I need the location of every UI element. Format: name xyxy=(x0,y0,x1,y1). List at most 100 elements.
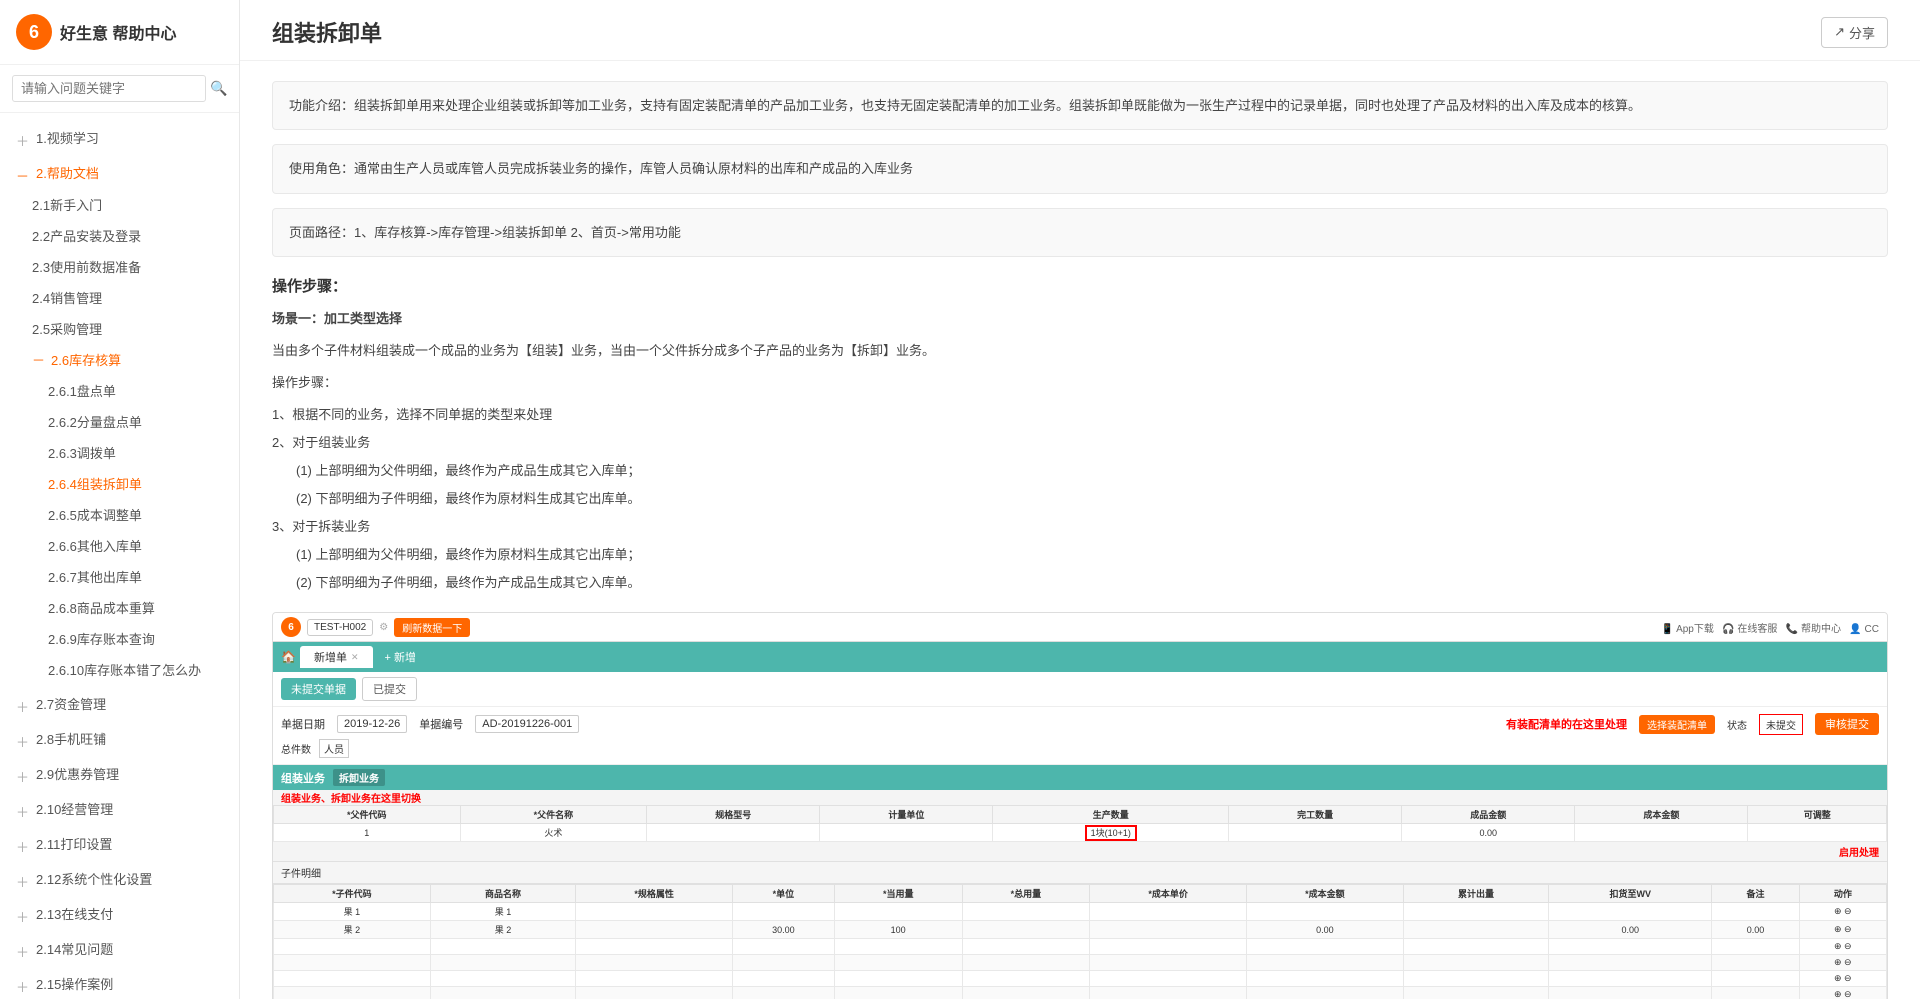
mock-tab-new[interactable]: 新增单 ✕ xyxy=(300,646,373,668)
sidebar-item-inventory-error[interactable]: 2.6.10库存账本错了怎么办 xyxy=(48,654,239,685)
sidebar-item-other-in[interactable]: 2.6.6其他入库单 xyxy=(48,530,239,561)
sidebar-item-print[interactable]: ＋ 2.11打印设置 xyxy=(0,827,239,860)
sidebar-item-inventory[interactable]: － 2.6库存核算 xyxy=(32,344,239,375)
sidebar-item-purchase[interactable]: 2.5采购管理 xyxy=(32,313,239,344)
mock-lower-cell-0-9 xyxy=(1549,903,1712,921)
mock-date-val: 2019-12-26 xyxy=(337,715,407,733)
sidebar-item-finance[interactable]: ＋ 2.7资金管理 xyxy=(0,687,239,720)
mock-upper-cell-0-7 xyxy=(1575,824,1748,842)
mock-lower-cell-1-1: 果 2 xyxy=(430,921,575,939)
mock-upper-thead-row: *父件代码 *父件名称 规格型号 计量单位 生产数量 完工数量 成品金额 成本金… xyxy=(274,806,1887,824)
mock-btn-committed[interactable]: 已提交 xyxy=(362,677,417,701)
mock-form-subrow: 总件数 人员 xyxy=(281,739,1879,758)
main-area: 组装拆卸单 ↗ 分享 功能介绍：组装拆卸单用来处理企业组装或拆卸等加工业务，支持… xyxy=(240,0,1920,999)
mock-field-count-label: 总件数 xyxy=(281,741,311,756)
mock-code-label: 单据编号 xyxy=(419,716,463,732)
sidebar-item-cost-recalc[interactable]: 2.6.8商品成本重算 xyxy=(48,592,239,623)
app-name: 好生意 帮助中心 xyxy=(60,20,176,44)
expand-icon-ops: ＋ xyxy=(16,802,30,816)
sidebar-item-partial-stocktake[interactable]: 2.6.2分量盘点单 xyxy=(48,406,239,437)
sidebar-item-coupon[interactable]: ＋ 2.9优惠券管理 xyxy=(0,757,239,790)
sidebar-item-transfer[interactable]: 2.6.3调拨单 xyxy=(48,437,239,468)
mock-upper-th-2: 规格型号 xyxy=(647,806,820,824)
mock-select-bom-btn[interactable]: 选择装配清单 xyxy=(1639,715,1715,734)
nav-section-coupon: ＋ 2.9优惠券管理 xyxy=(0,757,239,790)
sidebar-item-ops[interactable]: ＋ 2.10经营管理 xyxy=(0,792,239,825)
sidebar-item-label-payment: 2.13在线支付 xyxy=(36,904,113,923)
sidebar-item-label-coupon: 2.9优惠券管理 xyxy=(36,764,119,783)
mock-upper-cell-0-8 xyxy=(1748,824,1887,842)
sidebar-item-label-docs: 2.帮助文档 xyxy=(36,163,99,182)
scene1-title-text: 场景一：加工类型选择 xyxy=(272,311,402,326)
mock-lower-th-8: 累计出量 xyxy=(1403,885,1548,903)
sidebar-item-install[interactable]: 2.2产品安装及登录 xyxy=(32,220,239,251)
sidebar-item-videos[interactable]: ＋ 1.视频学习 xyxy=(0,121,239,154)
step-3-sub2: (2) 下部明细为子件明细，最终作为产成品生成其它入库单。 xyxy=(272,570,1888,596)
screenshot-container: 6 TEST-H002 ⚙ 刷新数据一下 📱 App下载 🎧 在线客服 📞 帮助… xyxy=(272,612,1888,999)
sidebar-item-label-cases: 2.15操作案例 xyxy=(36,974,113,993)
sidebar-item-cost-adjust[interactable]: 2.6.5成本调整单 xyxy=(48,499,239,530)
step-2-num: 2、 xyxy=(272,435,292,450)
mock-upper-cell-0-4: 1块(10+1) xyxy=(993,824,1229,842)
mock-submit-btn[interactable]: 审核提交 xyxy=(1815,713,1879,735)
sidebar-item-cases[interactable]: ＋ 2.15操作案例 xyxy=(0,967,239,999)
mock-tab-add[interactable]: + 新增 xyxy=(377,646,424,668)
sidebar-item-other-out[interactable]: 2.6.7其他出库单 xyxy=(48,561,239,592)
sidebar-item-stocktake[interactable]: 2.6.1盘点单 xyxy=(48,375,239,406)
sidebar-item-sales[interactable]: 2.4销售管理 xyxy=(32,282,239,313)
mock-lower-cell-1-3: 30.00 xyxy=(732,921,834,939)
sidebar-item-mobile[interactable]: ＋ 2.8手机旺铺 xyxy=(0,722,239,755)
search-button[interactable]: 🔍 xyxy=(210,80,227,97)
page-title: 组装拆卸单 xyxy=(272,16,382,48)
mock-lower-th-0: *子件代码 xyxy=(274,885,431,903)
step-3-text: 对于拆装业务 xyxy=(292,519,370,534)
mock-lower-thead-row: *子件代码 商品名称 *规格属性 *单位 *当用量 *总用量 *成本单价 *成本… xyxy=(274,885,1887,903)
scene1-title: 场景一：加工类型选择 xyxy=(272,306,1888,332)
mock-lower-th-3: *单位 xyxy=(732,885,834,903)
mock-lower-cell-1-2 xyxy=(576,921,733,939)
mock-status-val: 未提交 xyxy=(1759,714,1803,735)
search-input[interactable] xyxy=(12,75,206,102)
sidebar-item-payment[interactable]: ＋ 2.13在线支付 xyxy=(0,897,239,930)
mock-lower-th-4: *当用量 xyxy=(834,885,962,903)
sidebar-item-customize[interactable]: ＋ 2.12系统个性化设置 xyxy=(0,862,239,895)
step-3-sub2-text: (2) 下部明细为子件明细，最终作为产成品生成其它入库单。 xyxy=(296,575,641,590)
mock-lower-cell-1-9: 0.00 xyxy=(1549,921,1712,939)
mock-upper-cell-0-3 xyxy=(820,824,993,842)
expand-icon-mobile: ＋ xyxy=(16,732,30,746)
sidebar-item-faq[interactable]: ＋ 2.14常见问题 xyxy=(0,932,239,965)
mock-upper-header: 组装业务 拆卸业务 xyxy=(273,765,1887,790)
sidebar-item-label-finance: 2.7资金管理 xyxy=(36,694,106,713)
step-2-sub2-text: (2) 下部明细为子件明细，最终作为原材料生成其它出库单。 xyxy=(296,491,641,506)
mock-refresh-btn[interactable]: 刷新数据一下 xyxy=(394,618,470,637)
sidebar-item-newbie[interactable]: 2.1新手入门 xyxy=(32,189,239,220)
step-2-sub1: (1) 上部明细为父件明细，最终作为产成品生成其它入库单； xyxy=(272,458,1888,484)
mock-upper-th-3: 计量单位 xyxy=(820,806,993,824)
mock-app: 6 TEST-H002 ⚙ 刷新数据一下 📱 App下载 🎧 在线客服 📞 帮助… xyxy=(273,613,1887,999)
mock-upper-th-5: 完工数量 xyxy=(1229,806,1402,824)
info-text-role: 使用角色：通常由生产人员或库管人员完成拆装业务的操作，库管人员确认原材料的出库和… xyxy=(289,161,913,176)
mock-lower-th-11: 动作 xyxy=(1799,885,1886,903)
info-block-role: 使用角色：通常由生产人员或库管人员完成拆装业务的操作，库管人员确认原材料的出库和… xyxy=(272,144,1888,193)
sidebar-item-inventory-ledger[interactable]: 2.6.9库存账本查询 xyxy=(48,623,239,654)
nav-section-docs: － 2.帮助文档 2.1新手入门 2.2产品安装及登录 2.3使用前数据准备 2… xyxy=(0,156,239,685)
mock-btn-uncommitted[interactable]: 未提交单据 xyxy=(281,678,356,700)
sidebar-item-assembly[interactable]: 2.6.4组装拆卸单 xyxy=(48,468,239,499)
mock-company-dropdown: TEST-H002 xyxy=(307,619,373,636)
main-content: 功能介绍：组装拆卸单用来处理企业组装或拆卸等加工业务，支持有固定装配清单的产品加… xyxy=(240,61,1920,999)
sidebar-nav: ＋ 1.视频学习 － 2.帮助文档 2.1新手入门 2.2产品安装及登录 2.3… xyxy=(0,113,239,999)
mock-lower-label: 子件明细 xyxy=(281,869,321,880)
nav-section-payment: ＋ 2.13在线支付 xyxy=(0,897,239,930)
step-3-sub1: (1) 上部明细为父件明细，最终作为原材料生成其它出库单； xyxy=(272,542,1888,568)
mock-lower-row-1: 果 2 果 2 30.00 100 0.00 0.00 0.00 xyxy=(274,921,1887,939)
sidebar-item-docs[interactable]: － 2.帮助文档 xyxy=(0,156,239,189)
mock-lower-row-2: ⊕ ⊖ xyxy=(274,939,1887,955)
mock-toolbar: 未提交单据 已提交 xyxy=(273,672,1887,707)
sidebar-item-prepare[interactable]: 2.3使用前数据准备 xyxy=(32,251,239,282)
operations-title: 操作步骤： xyxy=(272,275,1888,296)
mock-lower-cell-1-0: 果 2 xyxy=(274,921,431,939)
nav-section-customize: ＋ 2.12系统个性化设置 xyxy=(0,862,239,895)
mock-upper-table: *父件代码 *父件名称 规格型号 计量单位 生产数量 完工数量 成品金额 成本金… xyxy=(273,805,1887,842)
mock-upper-cell-0-5 xyxy=(1229,824,1402,842)
share-button[interactable]: ↗ 分享 xyxy=(1821,17,1888,48)
